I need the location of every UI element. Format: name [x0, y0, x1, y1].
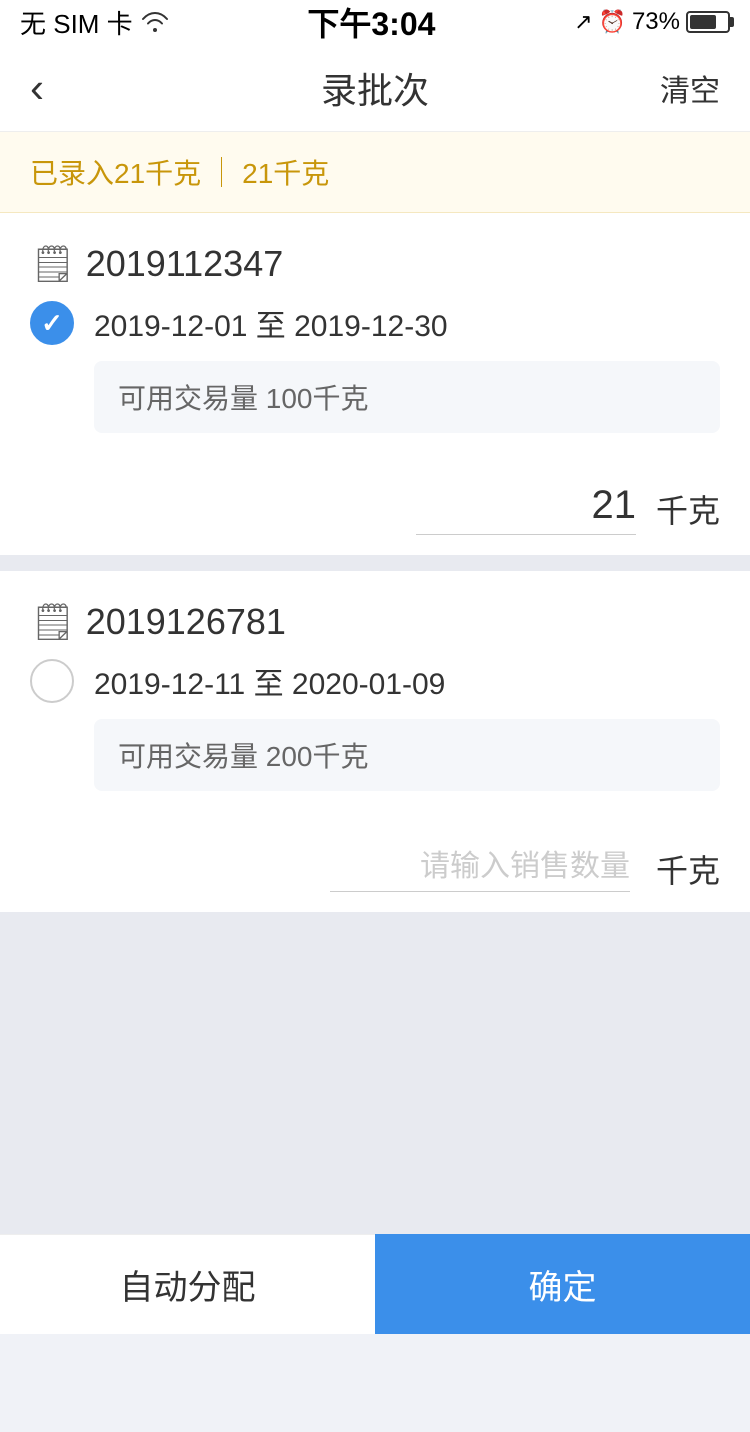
doc-icon-2: 🗒: [30, 601, 76, 643]
batch-date-2: 2019-12-11 至 2020-01-09: [94, 659, 445, 703]
summary-divider: [221, 157, 222, 187]
summary-value: 21千克: [242, 152, 329, 192]
qty-placeholder-2[interactable]: 请输入销售数量: [420, 841, 630, 885]
batch-header-1: 🗒 2019112347: [30, 243, 720, 285]
batch-unit-1: 千克: [656, 486, 720, 532]
batch-row-1[interactable]: 2019-12-01 至 2019-12-30: [30, 301, 720, 345]
location-icon: ↗: [574, 9, 592, 35]
nav-bar: ‹ 录批次 清空: [0, 44, 750, 132]
radio-1[interactable]: [30, 301, 74, 345]
qty-input-wrap-2: 请输入销售数量: [330, 841, 630, 892]
batch-available-2: 可用交易量 200千克: [94, 719, 720, 791]
section-divider: [0, 555, 750, 571]
wifi-icon: [141, 11, 169, 33]
status-indicators: ↗ ⏰ 73%: [574, 8, 730, 36]
doc-icon-1: 🗒: [30, 243, 76, 285]
batch-qty-row-2: 请输入销售数量 千克: [0, 831, 750, 912]
status-carrier: 无 SIM 卡: [20, 4, 169, 41]
summary-banner: 已录入21千克 21千克: [0, 132, 750, 213]
batch-unit-2: 千克: [656, 846, 720, 892]
batch-item-2: 🗒 2019126781 2019-12-11 至 2020-01-09 可用交…: [0, 571, 750, 831]
batch-id-2: 2019126781: [86, 601, 286, 643]
carrier-text: 无 SIM 卡: [20, 4, 133, 41]
batch-row-2[interactable]: 2019-12-11 至 2020-01-09: [30, 659, 720, 703]
auto-distribute-button[interactable]: 自动分配: [0, 1234, 375, 1334]
status-bar: 无 SIM 卡 下午3:04 ↗ ⏰ 73%: [0, 0, 750, 44]
status-time: 下午3:04: [307, 0, 435, 45]
bottom-bar: 自动分配 确定: [0, 1234, 750, 1334]
summary-label: 已录入21千克: [30, 152, 201, 192]
batch-qty-underline-1: 21: [416, 483, 636, 535]
confirm-button[interactable]: 确定: [375, 1234, 750, 1334]
radio-2[interactable]: [30, 659, 74, 703]
clear-button[interactable]: 清空: [660, 66, 720, 110]
back-button[interactable]: ‹: [30, 64, 90, 112]
battery-percent: 73%: [632, 8, 680, 36]
battery-fill: [690, 15, 716, 29]
battery-icon: [686, 11, 730, 33]
batch-available-1: 可用交易量 100千克: [94, 361, 720, 433]
page-title: 录批次: [321, 62, 429, 114]
batch-date-1: 2019-12-01 至 2019-12-30: [94, 301, 448, 345]
batch-qty-row-1: 21 千克: [0, 473, 750, 555]
batch-id-1: 2019112347: [86, 243, 284, 285]
batch-header-2: 🗒 2019126781: [30, 601, 720, 643]
batch-item-1: 🗒 2019112347 2019-12-01 至 2019-12-30 可用交…: [0, 213, 750, 473]
batch-qty-value-1[interactable]: 21: [516, 483, 636, 528]
alarm-icon: ⏰: [599, 9, 626, 35]
